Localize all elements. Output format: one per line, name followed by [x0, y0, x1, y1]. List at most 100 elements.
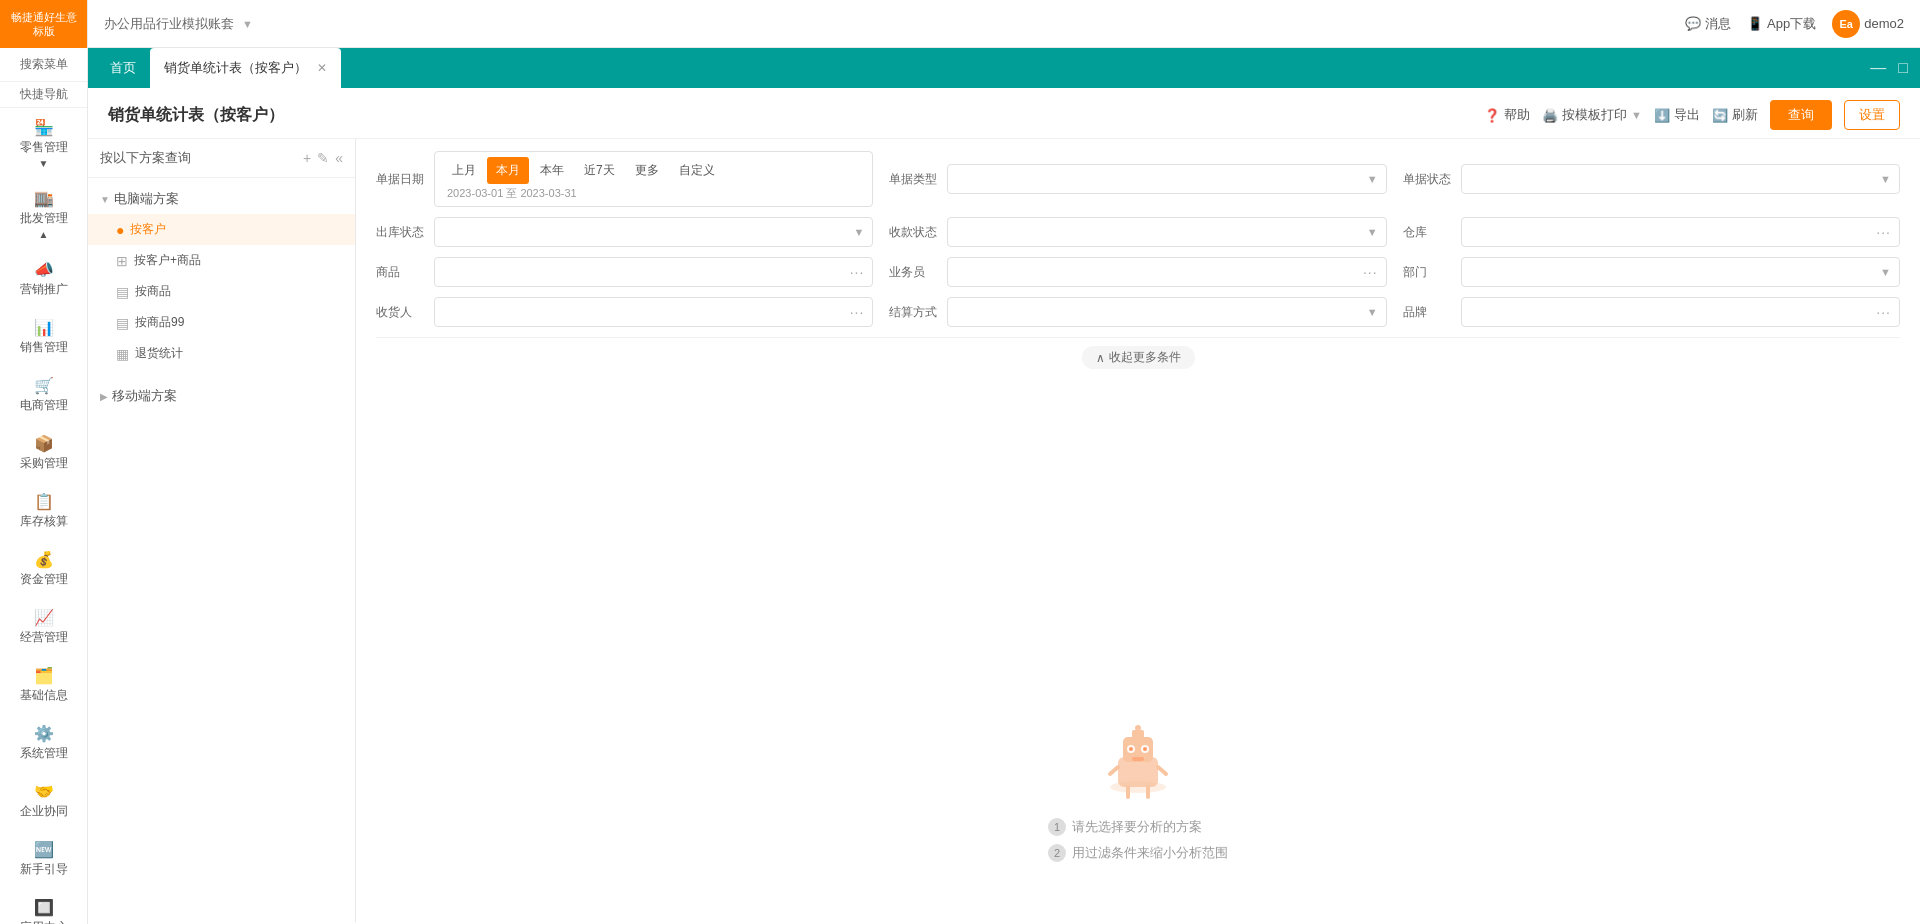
customer-scheme-icon: ● — [116, 222, 124, 238]
sidebar-item-purchase[interactable]: 📦 采购管理 — [0, 424, 87, 482]
body-layout: 按以下方案查询 + ✎ « ▼ 电脑端方案 ● — [88, 139, 1920, 922]
date-tab-this-year[interactable]: 本年 — [531, 157, 573, 184]
hint-1-number: 1 — [1048, 818, 1066, 836]
quick-nav-item[interactable]: 快捷导航 — [0, 82, 87, 108]
industry-label: 办公用品行业模拟账套 — [104, 15, 234, 33]
scheme-item-return-stats[interactable]: ▦ 退货统计 — [88, 338, 355, 369]
scheme-add-icon[interactable]: + — [303, 150, 311, 166]
window-minimize-btn[interactable]: — — [1866, 55, 1890, 81]
tab-sales-stats[interactable]: 销货单统计表（按客户） ✕ — [150, 48, 341, 88]
bill-status-control[interactable]: ▼ — [1461, 164, 1900, 194]
scheme-actions: + ✎ « — [303, 150, 343, 166]
empty-illustration — [1088, 702, 1188, 802]
sidebar-item-inventory[interactable]: 📋 库存核算 — [0, 482, 87, 540]
filter-field-bill-status: 单据状态 ▼ — [1403, 164, 1900, 194]
filter-field-brand: 品牌 ··· — [1403, 297, 1900, 327]
sidebar-item-guide[interactable]: 🆕 新手引导 — [0, 830, 87, 888]
date-tab-7days[interactable]: 近7天 — [575, 157, 624, 184]
page-container: 销货单统计表（按客户） ❓ 帮助 🖨️ 按模板打印 ▼ ⬇️ 导出 — [88, 88, 1920, 924]
scheme-item-customer-label: 按客户 — [130, 221, 166, 238]
sidebar-item-guide-label: 新手引导 — [20, 861, 68, 878]
window-maximize-btn[interactable]: □ — [1894, 55, 1912, 81]
date-control[interactable]: 上月 本月 本年 近7天 更多 自定义 2023-03-01 至 2023-03… — [434, 151, 873, 207]
sidebar-item-ecommerce[interactable]: 🛒 电商管理 — [0, 366, 87, 424]
sidebar-item-retail[interactable]: 🏪 零售管理 ▼ — [0, 108, 87, 179]
query-button[interactable]: 查询 — [1770, 100, 1832, 130]
filter-row-3: 商品 ··· 业务员 ··· — [376, 257, 1900, 287]
filter-row-1: 单据日期 上月 本月 本年 近7天 更多 自定义 — [376, 151, 1900, 207]
scheme-item-customer-goods[interactable]: ⊞ 按客户+商品 — [88, 245, 355, 276]
enterprise-icon: 🤝 — [34, 782, 54, 801]
group-arrow-icon: ▼ — [100, 194, 110, 205]
settings-button[interactable]: 设置 — [1844, 100, 1900, 130]
print-btn[interactable]: 🖨️ 按模板打印 ▼ — [1542, 106, 1642, 124]
message-btn[interactable]: 💬 消息 — [1685, 15, 1731, 33]
sidebar-item-operations[interactable]: 📈 经营管理 — [0, 598, 87, 656]
scheme-section-desktop: ▼ 电脑端方案 ● 按客户 ⊞ 按客户+商品 ▤ — [88, 178, 355, 375]
settlement-control[interactable]: ▼ — [947, 297, 1386, 327]
filter-field-salesperson: 业务员 ··· — [889, 257, 1386, 287]
scheme-collapse-icon[interactable]: « — [335, 150, 343, 166]
date-tab-this-month[interactable]: 本月 — [487, 157, 529, 184]
sidebar-item-enterprise[interactable]: 🤝 企业协同 — [0, 772, 87, 830]
scheme-group-mobile[interactable]: ▶ 移动端方案 — [88, 381, 355, 411]
scheme-group-mobile-label: 移动端方案 — [112, 387, 177, 405]
bill-type-label: 单据类型 — [889, 171, 939, 188]
bill-type-control[interactable]: ▼ — [947, 164, 1386, 194]
scheme-item-goods99[interactable]: ▤ 按商品99 — [88, 307, 355, 338]
help-btn[interactable]: ❓ 帮助 — [1484, 106, 1530, 124]
date-tab-more[interactable]: 更多 — [626, 157, 668, 184]
search-menu-item[interactable]: 搜索菜单 — [0, 48, 87, 82]
warehouse-control[interactable]: ··· — [1461, 217, 1900, 247]
department-label: 部门 — [1403, 264, 1453, 281]
brand-more-icon: ··· — [1876, 304, 1891, 320]
department-control[interactable]: ▼ — [1461, 257, 1900, 287]
tab-home[interactable]: 首页 — [96, 48, 150, 88]
sidebar-item-wholesale[interactable]: 🏬 批发管理 ▲ — [0, 179, 87, 250]
brand-control[interactable]: ··· — [1461, 297, 1900, 327]
app-download-btn[interactable]: 📱 App下载 — [1747, 15, 1816, 33]
bill-status-dropdown-icon: ▼ — [1880, 173, 1891, 185]
sidebar-item-system[interactable]: ⚙️ 系统管理 — [0, 714, 87, 772]
tab-close-icon[interactable]: ✕ — [317, 61, 327, 75]
scheme-item-goods[interactable]: ▤ 按商品 — [88, 276, 355, 307]
goods-label: 商品 — [376, 264, 426, 281]
brand-label: 品牌 — [1403, 304, 1453, 321]
empty-hints: 1 请先选择要分析的方案 2 用过滤条件来缩小分析范围 — [1048, 818, 1228, 862]
date-tab-last-month[interactable]: 上月 — [443, 157, 485, 184]
goods-control[interactable]: ··· — [434, 257, 873, 287]
sidebar-item-sales[interactable]: 📊 销售管理 — [0, 308, 87, 366]
date-range-text: 2023-03-01 至 2023-03-31 — [447, 186, 577, 201]
sidebar-item-basic[interactable]: 🗂️ 基础信息 — [0, 656, 87, 714]
refresh-btn[interactable]: 🔄 刷新 — [1712, 106, 1758, 124]
salesperson-label: 业务员 — [889, 264, 939, 281]
sidebar-item-inventory-label: 库存核算 — [20, 513, 68, 530]
scheme-panel-header: 按以下方案查询 + ✎ « — [88, 139, 355, 178]
scheme-item-by-customer[interactable]: ● 按客户 — [88, 214, 355, 245]
page-actions: ❓ 帮助 🖨️ 按模板打印 ▼ ⬇️ 导出 🔄 刷新 — [1484, 100, 1900, 130]
filter-field-warehouse: 仓库 ··· — [1403, 217, 1900, 247]
filter-field-date: 单据日期 上月 本月 本年 近7天 更多 自定义 — [376, 151, 873, 207]
sales-icon: 📊 — [34, 318, 54, 337]
out-status-control[interactable]: ▼ — [434, 217, 873, 247]
marketing-icon: 📣 — [34, 260, 54, 279]
salesperson-control[interactable]: ··· — [947, 257, 1386, 287]
user-profile[interactable]: Ea demo2 — [1832, 10, 1904, 38]
receiver-control[interactable]: ··· — [434, 297, 873, 327]
sidebar-item-finance[interactable]: 💰 资金管理 — [0, 540, 87, 598]
date-tab-custom[interactable]: 自定义 — [670, 157, 724, 184]
sidebar-item-finance-label: 资金管理 — [20, 571, 68, 588]
scheme-edit-icon[interactable]: ✎ — [317, 150, 329, 166]
retail-arrow-icon: ▼ — [39, 158, 49, 169]
collapse-button[interactable]: ∧ 收起更多条件 — [1082, 346, 1195, 369]
basic-icon: 🗂️ — [34, 666, 54, 685]
goods-more-icon: ··· — [850, 264, 865, 280]
sidebar-item-wholesale-label: 批发管理 — [20, 210, 68, 227]
sidebar: 畅捷通好生意 标版 搜索菜单 快捷导航 🏪 零售管理 ▼ 🏬 批发管理 ▲ 📣 … — [0, 0, 88, 924]
print-dropdown-icon: ▼ — [1631, 109, 1642, 121]
sidebar-item-marketing[interactable]: 📣 营销推广 — [0, 250, 87, 308]
export-btn[interactable]: ⬇️ 导出 — [1654, 106, 1700, 124]
scheme-group-desktop[interactable]: ▼ 电脑端方案 — [88, 184, 355, 214]
receive-status-control[interactable]: ▼ — [947, 217, 1386, 247]
sidebar-item-appcenter[interactable]: 🔲 应用中心 — [0, 888, 87, 924]
